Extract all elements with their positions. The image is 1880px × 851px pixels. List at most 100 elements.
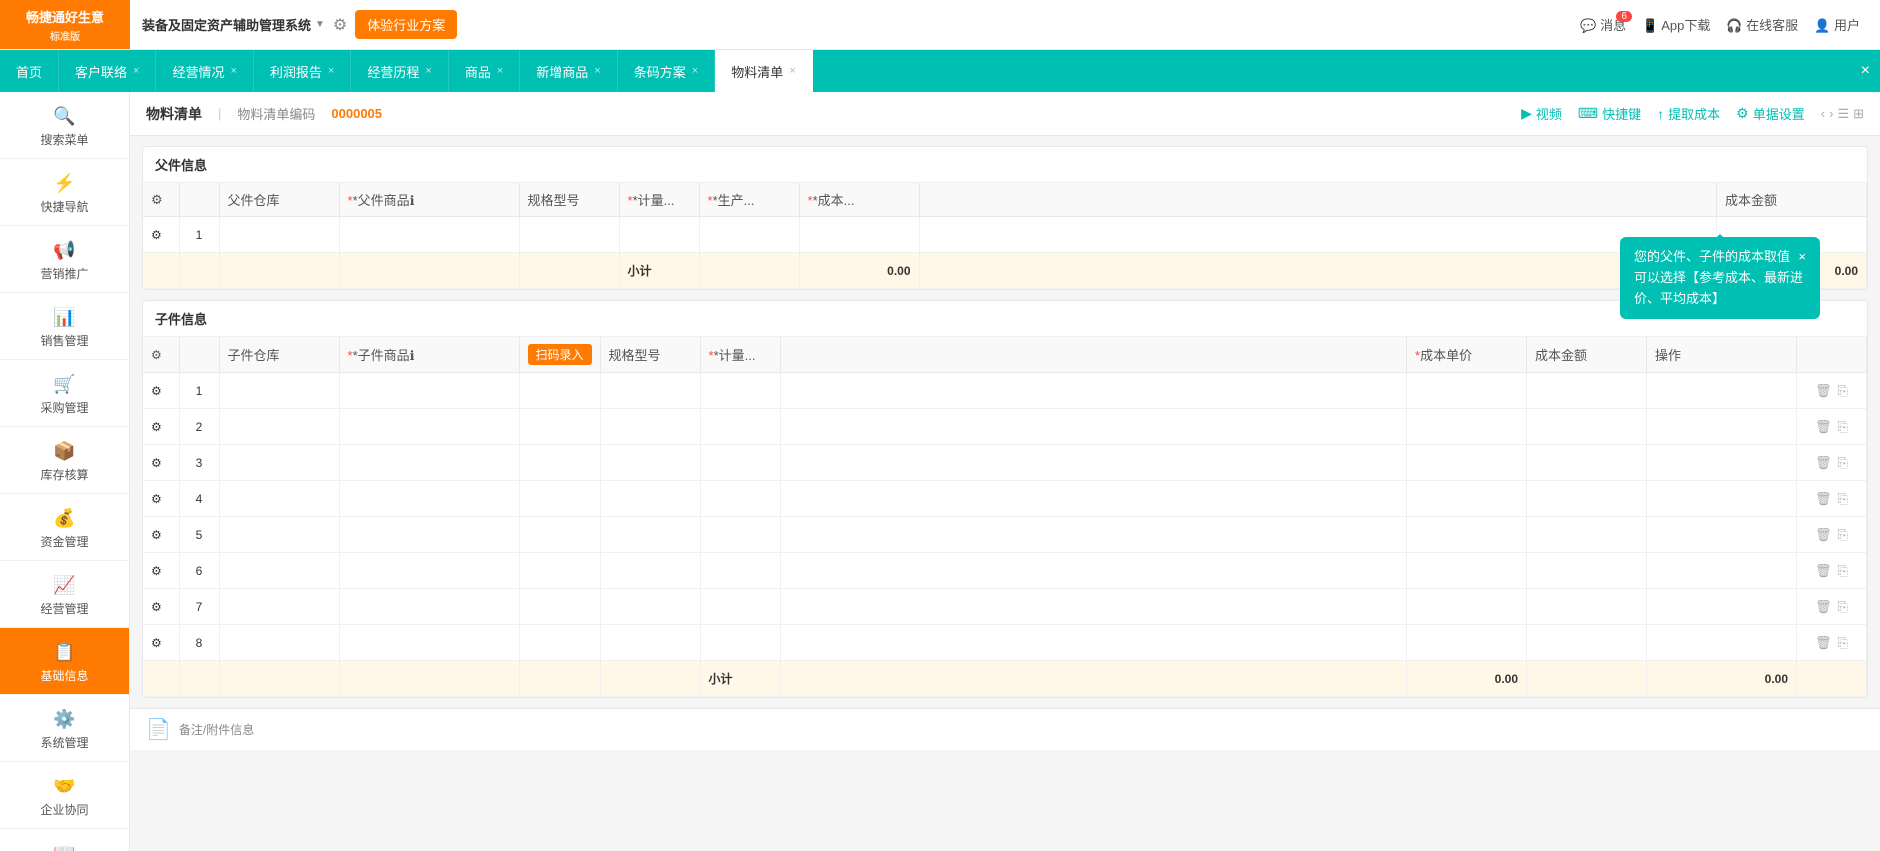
copy-icon[interactable]: ⎘ [1838, 635, 1848, 651]
child-row-warehouse[interactable] [219, 589, 339, 625]
parent-row-produce[interactable] [699, 217, 799, 253]
parent-row-product[interactable] [339, 217, 519, 253]
single-settings-action[interactable]: ⚙ 单据设置 [1736, 104, 1805, 123]
tooltip-close-button[interactable]: × [1798, 247, 1806, 268]
tab-close-profit[interactable]: × [328, 65, 334, 77]
sidebar-item-finance[interactable]: 💰 资金管理 [0, 494, 129, 561]
copy-icon[interactable]: ⎘ [1838, 383, 1848, 399]
child-row-gear[interactable]: ⚙ [143, 409, 179, 445]
child-row-warehouse[interactable] [219, 625, 339, 661]
child-row-spec[interactable] [600, 409, 700, 445]
child-row-spec[interactable] [600, 625, 700, 661]
tab-close-goods[interactable]: × [497, 65, 503, 77]
parent-row-spec[interactable] [519, 217, 619, 253]
child-row-spec[interactable] [600, 481, 700, 517]
sidebar-item-system[interactable]: ⚙️ 系统管理 [0, 695, 129, 762]
child-row-unit-cost[interactable] [1527, 409, 1647, 445]
child-row-product[interactable] [339, 589, 519, 625]
child-row-unit[interactable] [700, 589, 780, 625]
child-row-qty[interactable] [1407, 625, 1527, 661]
sidebar-item-quick-nav[interactable]: ⚡ 快捷导航 [0, 159, 129, 226]
child-row-warehouse[interactable] [219, 553, 339, 589]
tab-close-operation[interactable]: × [230, 65, 236, 77]
gear-icon[interactable]: ⚙ [333, 15, 347, 35]
child-row-warehouse[interactable] [219, 409, 339, 445]
child-row-product[interactable] [339, 373, 519, 409]
child-row-gear[interactable]: ⚙ [143, 625, 179, 661]
child-row-unit-cost[interactable] [1527, 625, 1647, 661]
parent-row-warehouse[interactable] [219, 217, 339, 253]
copy-icon[interactable]: ⎘ [1838, 491, 1848, 507]
sidebar-item-guide[interactable]: 📖 新手引导 [0, 829, 129, 851]
child-row-qty[interactable] [1407, 373, 1527, 409]
system-dropdown-icon[interactable]: ▼ [315, 19, 325, 30]
delete-icon[interactable]: 🗑 [1815, 563, 1832, 579]
tab-new-goods[interactable]: 新增商品 × [520, 50, 617, 92]
child-row-qty[interactable] [1407, 589, 1527, 625]
child-row-qty[interactable] [1407, 445, 1527, 481]
tab-operation[interactable]: 经营情况 × [156, 50, 253, 92]
child-row-warehouse[interactable] [219, 445, 339, 481]
child-row-warehouse[interactable] [219, 517, 339, 553]
tab-history[interactable]: 经营历程 × [351, 50, 448, 92]
child-row-warehouse[interactable] [219, 373, 339, 409]
sidebar-item-purchase[interactable]: 🛒 采购管理 [0, 360, 129, 427]
child-row-unit[interactable] [700, 373, 780, 409]
copy-icon[interactable]: ⎘ [1838, 455, 1848, 471]
view-action[interactable]: ▶ 视频 [1521, 104, 1562, 123]
tab-close-customer[interactable]: × [133, 65, 139, 77]
child-row-qty[interactable] [1407, 409, 1527, 445]
user-button[interactable]: 👤 用户 [1814, 15, 1860, 34]
child-row-product[interactable] [339, 445, 519, 481]
copy-icon[interactable]: ⎘ [1838, 527, 1848, 543]
parent-col-gear[interactable]: ⚙ [143, 183, 179, 217]
delete-icon[interactable]: 🗑 [1815, 455, 1832, 471]
child-row-spec[interactable] [600, 589, 700, 625]
child-row-unit-cost[interactable] [1527, 517, 1647, 553]
copy-icon[interactable]: ⎘ [1838, 563, 1848, 579]
child-row-warehouse[interactable] [219, 481, 339, 517]
nav-next[interactable]: › [1829, 106, 1833, 121]
child-row-unit[interactable] [700, 481, 780, 517]
child-row-unit-cost[interactable] [1527, 553, 1647, 589]
online-service-button[interactable]: 🎧 在线客服 [1726, 15, 1798, 34]
tab-goods[interactable]: 商品 × [449, 50, 520, 92]
child-row-product[interactable] [339, 553, 519, 589]
delete-icon[interactable]: 🗑 [1815, 419, 1832, 435]
nav-menu[interactable]: ☰ [1837, 106, 1849, 122]
child-row-gear[interactable]: ⚙ [143, 481, 179, 517]
child-row-gear[interactable]: ⚙ [143, 589, 179, 625]
child-row-product[interactable] [339, 481, 519, 517]
child-row-unit-cost[interactable] [1527, 481, 1647, 517]
child-row-qty[interactable] [1407, 481, 1527, 517]
tab-home[interactable]: 首页 [0, 50, 59, 92]
tab-close-barcode[interactable]: × [692, 65, 698, 77]
child-row-unit[interactable] [700, 445, 780, 481]
child-row-spec[interactable] [600, 517, 700, 553]
delete-icon[interactable]: 🗑 [1815, 599, 1832, 615]
sidebar-item-enterprise[interactable]: 🤝 企业协同 [0, 762, 129, 829]
scan-button[interactable]: 扫码录入 [528, 344, 592, 365]
tab-profit[interactable]: 利润报告 × [254, 50, 351, 92]
sidebar-item-marketing[interactable]: 📢 营销推广 [0, 226, 129, 293]
extract-cost-action[interactable]: ↑ 提取成本 [1657, 104, 1720, 123]
child-row-spec[interactable] [600, 445, 700, 481]
child-row-unit-cost[interactable] [1527, 373, 1647, 409]
child-row-qty[interactable] [1407, 553, 1527, 589]
copy-icon[interactable]: ⎘ [1838, 599, 1848, 615]
copy-icon[interactable]: ⎘ [1838, 419, 1848, 435]
child-row-gear[interactable]: ⚙ [143, 373, 179, 409]
app-download-button[interactable]: 📱 App下载 [1642, 15, 1710, 34]
tab-close-new-goods[interactable]: × [594, 65, 600, 77]
tab-customer[interactable]: 客户联络 × [59, 50, 156, 92]
tab-close-bom[interactable]: × [789, 65, 795, 77]
delete-icon[interactable]: 🗑 [1815, 491, 1832, 507]
parent-row-gear[interactable]: ⚙ [143, 217, 179, 253]
message-button[interactable]: 💬 消息 6 [1580, 15, 1626, 34]
parent-row-unit[interactable] [619, 217, 699, 253]
child-row-unit-cost[interactable] [1527, 445, 1647, 481]
tab-barcode[interactable]: 条码方案 × [618, 50, 715, 92]
child-row-gear[interactable]: ⚙ [143, 517, 179, 553]
nav-prev[interactable]: ‹ [1821, 106, 1825, 121]
delete-icon[interactable]: 🗑 [1815, 527, 1832, 543]
